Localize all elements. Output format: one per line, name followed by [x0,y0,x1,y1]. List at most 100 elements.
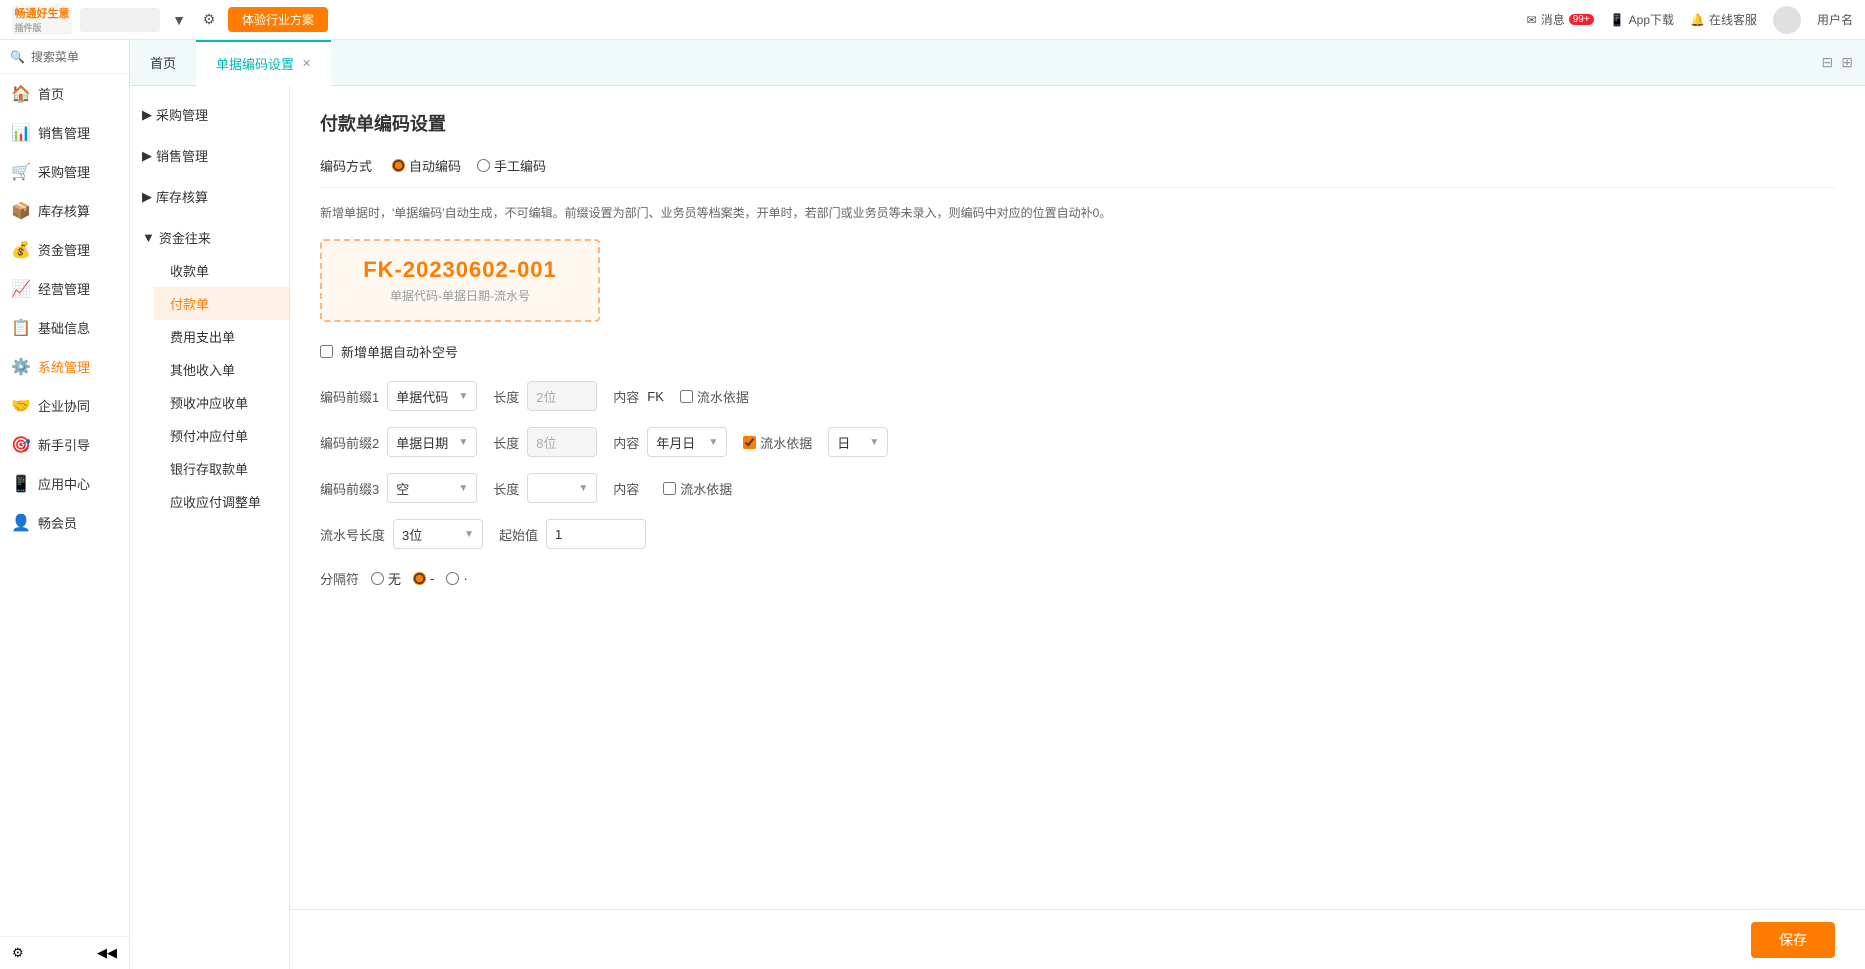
dropdown-icon[interactable]: ▼ [168,9,190,31]
service-icon: 🔔 [1690,13,1705,27]
sidebar-item-system[interactable]: ⚙️ 系统管理 [0,347,129,386]
tab-home[interactable]: 首页 [130,40,196,86]
search-icon: 🔍 [10,50,25,64]
prefix3-serial-label: 流水依据 [680,479,732,498]
manual-code-input[interactable] [477,159,490,172]
separator-row: 分隔符 无 - · [320,569,1835,588]
tab-close-icon[interactable]: ✕ [302,57,311,70]
prefix3-serial-checkbox[interactable] [663,482,676,495]
sidebar-item-basic[interactable]: 📋 基础信息 [0,308,129,347]
tab-minimize-icon[interactable]: ⊟ [1822,54,1834,71]
sec-item-advance-payable[interactable]: 预付冲应付单 [154,419,289,452]
serial-length-label: 流水号长度 [320,525,385,544]
prefix1-length-select: 2位 [527,381,597,411]
prefix2-length-value: 8位 [536,433,556,452]
trial-btn[interactable]: 体验行业方案 [228,7,328,32]
prefix1-content-value: FK [647,389,664,404]
sidebar-item-sales[interactable]: 📊 销售管理 [0,113,129,152]
serial-length-value: 3位 [402,525,422,544]
sec-arrow-sales: ▶ [142,148,152,164]
separator-label: 分隔符 [320,569,359,588]
sec-item-expense[interactable]: 费用支出单 [154,320,289,353]
serial-row: 流水号长度 3位 ▼ 起始值 [320,519,1835,549]
sidebar-item-home[interactable]: 🏠 首页 [0,74,129,113]
prefix2-serial-checkbox[interactable] [743,436,756,449]
serial-length-select[interactable]: 3位 ▼ [393,519,483,549]
auto-code-input[interactable] [392,159,405,172]
serial-start-input[interactable] [546,519,646,549]
settings-bottom-icon[interactable]: ⚙ [12,945,24,961]
prefix1-label: 编码前缀1 [320,387,379,406]
prefix1-content-field: 内容 FK [613,387,664,406]
prefix2-content-label: 内容 [613,433,639,452]
sec-item-advance-receivable[interactable]: 预收冲应收单 [154,386,289,419]
prefix3-row: 编码前缀3 空 ▼ 长度 ▼ [320,473,1835,503]
sec-menu-fund[interactable]: ▼ 资金往来 [130,221,289,254]
avatar[interactable] [1773,6,1801,34]
sep-dot-input[interactable] [446,572,459,585]
sec-menu-sales[interactable]: ▶ 销售管理 [130,139,289,172]
sep-dash-input[interactable] [413,572,426,585]
username: 用户名 [1817,11,1853,28]
prefix2-serial-label: 流水依据 [760,433,812,452]
sep-none-input[interactable] [371,572,384,585]
auto-fill-label: 新增单据自动补空号 [341,342,458,361]
sec-menu-inventory[interactable]: ▶ 库存核算 [130,180,289,213]
sec-item-receipt[interactable]: 收款单 [154,254,289,287]
prefix2-period-value: 日 [837,433,850,452]
prefix3-length-select[interactable]: ▼ [527,473,597,503]
sec-label-expense: 费用支出单 [170,327,235,346]
prefix3-select[interactable]: 空 ▼ [387,473,477,503]
prefix2-period-select[interactable]: 日 ▼ [828,427,888,457]
auto-code-label: 自动编码 [409,156,461,175]
prefix2-select[interactable]: 单据日期 ▼ [387,427,477,457]
appcenter-icon: 📱 [12,475,30,493]
settings-icon[interactable]: ⚙ [198,9,220,31]
sidebar-item-label-system: 系统管理 [38,357,90,376]
sec-item-payment[interactable]: 付款单 [154,287,289,320]
sec-menu-purchase[interactable]: ▶ 采购管理 [130,98,289,131]
sep-dash-radio[interactable]: - [413,571,434,586]
sep-dot-radio[interactable]: · [446,571,467,586]
sidebar-item-finance[interactable]: 💰 资金管理 [0,230,129,269]
search-menu-btn[interactable]: 🔍 搜索菜单 [0,40,129,74]
sidebar-item-enterprise[interactable]: 🤝 企业协同 [0,386,129,425]
auto-fill-checkbox[interactable] [320,345,333,358]
sec-label-advance-payable: 预付冲应付单 [170,426,248,445]
prefix3-label: 编码前缀3 [320,479,379,498]
prefix2-content-select[interactable]: 年月日 ▼ [647,427,727,457]
prefix1-serial-checkbox[interactable] [680,390,693,403]
sec-label-advance-receivable: 预收冲应收单 [170,393,248,412]
sidebar-item-appcenter[interactable]: 📱 应用中心 [0,464,129,503]
collapse-icon[interactable]: ◀◀ [97,945,117,961]
sep-none-radio[interactable]: 无 [371,569,401,588]
sec-item-other-income[interactable]: 其他收入单 [154,353,289,386]
prefix1-select[interactable]: 单据代码 ▼ [387,381,477,411]
message-icon: ✉ [1527,13,1537,27]
tab-serial-label: 单据编码设置 [216,54,294,73]
message-btn[interactable]: ✉ 消息 99+ [1527,11,1594,28]
tab-serial-setting[interactable]: 单据编码设置 ✕ [196,40,331,86]
prefix3-serial-group: 流水依据 [663,479,732,498]
save-button[interactable]: 保存 [1751,922,1835,958]
sidebar-item-label-home: 首页 [38,84,64,103]
preview-desc: 单据代码-单据日期-流水号 [346,287,574,304]
app-download-btn[interactable]: 📱 App下载 [1610,11,1674,28]
sidebar-item-newguide[interactable]: 🎯 新手引导 [0,425,129,464]
top-bar: 畅通好生意插件版 ▼ ⚙ 体验行业方案 ✉ 消息 99+ 📱 App下载 🔔 在… [0,0,1865,40]
sidebar-item-purchase[interactable]: 🛒 采购管理 [0,152,129,191]
sidebar-bottom: ⚙ ◀◀ [0,936,129,969]
tab-expand-icon[interactable]: ⊞ [1841,54,1853,71]
manual-code-radio[interactable]: 手工编码 [477,156,546,175]
sec-item-bank-deposit[interactable]: 银行存取款单 [154,452,289,485]
online-service-btn[interactable]: 🔔 在线客服 [1690,11,1757,28]
prefix2-field: 编码前缀2 单据日期 ▼ [320,427,477,457]
preview-code: FK-20230602-001 [346,257,574,283]
sidebar-item-operations[interactable]: 📈 经营管理 [0,269,129,308]
search-bar[interactable] [80,8,160,32]
operations-icon: 📈 [12,280,30,298]
sec-item-ap-adjust[interactable]: 应收应付调整单 [154,485,289,518]
sidebar-item-member[interactable]: 👤 畅会员 [0,503,129,542]
sidebar-item-inventory[interactable]: 📦 库存核算 [0,191,129,230]
auto-code-radio[interactable]: 自动编码 [392,156,461,175]
